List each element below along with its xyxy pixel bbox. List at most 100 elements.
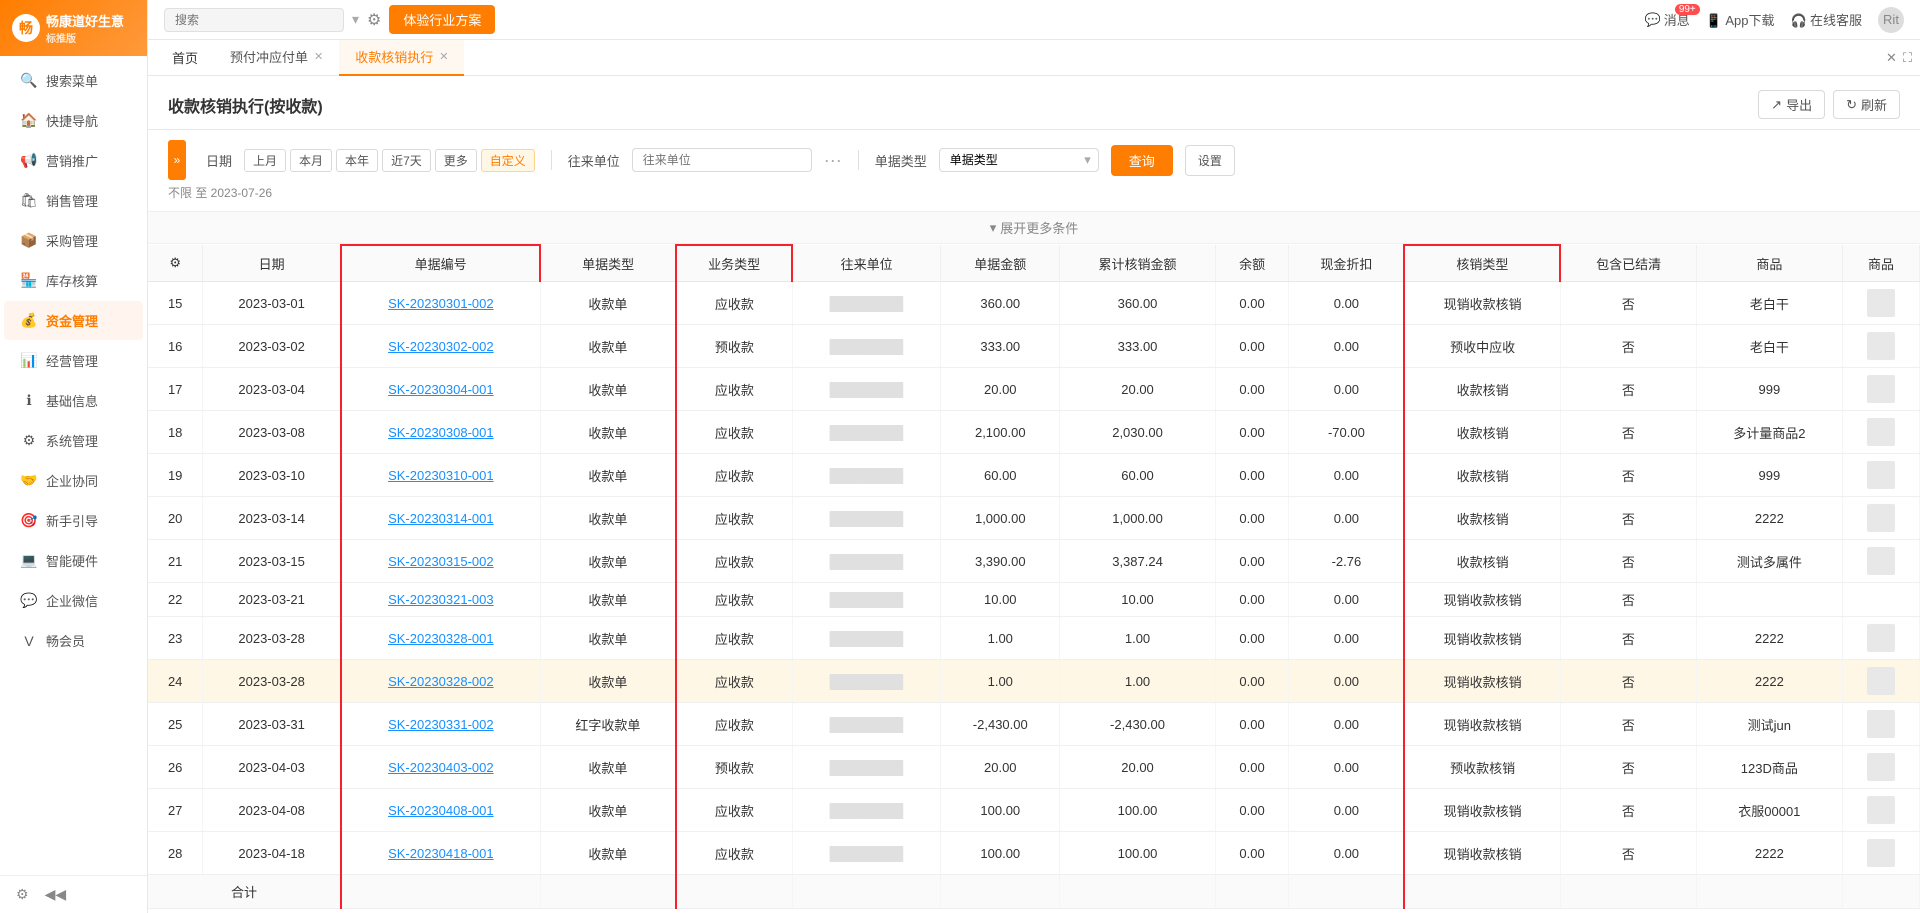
last-7-days-button[interactable]: 近7天 [382,149,431,172]
expand-tabs-icon[interactable]: ⛶ [1903,50,1912,66]
this-month-button[interactable]: 本月 [290,149,332,172]
col-header-receipt-type: 单据类型 [540,245,676,282]
close-tab-prepay-icon[interactable]: ✕ [314,50,323,63]
counterpart-input[interactable] [632,148,812,172]
table-row[interactable]: 27 2023-04-08 SK-20230408-001 收款单 应收款 ██… [148,789,1920,832]
settings-button[interactable]: 设置 [1185,145,1235,176]
avatar[interactable]: Rit [1878,7,1904,33]
cell-order-no: SK-20230331-002 [341,703,540,746]
order-no-link[interactable]: SK-20230308-001 [388,425,494,440]
filter-divider [551,150,552,170]
receipt-type-select[interactable]: 单据类型 [939,148,1099,172]
col-header-biz-type: 业务类型 [676,245,792,282]
cell-amount: 20.00 [941,368,1060,411]
order-no-link[interactable]: SK-20230314-001 [388,511,494,526]
settings-icon[interactable]: ⚙ [16,886,29,903]
sidebar-item-wechat-label: 企业微信 [46,591,98,610]
sidebar-item-search[interactable]: 🔍 搜索菜单 [4,61,143,100]
order-no-link[interactable]: SK-20230304-001 [388,382,494,397]
sidebar-item-operation[interactable]: 📊 经营管理 [4,341,143,380]
order-no-link[interactable]: SK-20230321-003 [388,592,494,607]
table-row[interactable]: 23 2023-03-28 SK-20230328-001 收款单 应收款 ██… [148,617,1920,660]
sidebar-item-inventory[interactable]: 🏪 库存核算 [4,261,143,300]
table-row[interactable]: 24 2023-03-28 SK-20230328-002 收款单 应收款 ██… [148,660,1920,703]
table-row[interactable]: 26 2023-04-03 SK-20230403-002 收款单 预收款 ██… [148,746,1920,789]
sidebar-item-finance[interactable]: 💰 资金管理 [4,301,143,340]
table-row[interactable]: 22 2023-03-21 SK-20230321-003 收款单 应收款 ██… [148,583,1920,617]
tab-prepay[interactable]: 预付冲应付单 ✕ [214,40,339,76]
cell-order-no: SK-20230314-001 [341,497,540,540]
tab-receipt-verify[interactable]: 收款核销执行 ✕ [339,40,464,76]
member-icon: V [20,633,38,649]
tab-home[interactable]: 首页 [156,40,214,76]
order-no-link[interactable]: SK-20230301-002 [388,296,494,311]
cell-include-settled: 否 [1560,746,1696,789]
collapse-icon[interactable]: ◀◀ [45,886,67,903]
export-button[interactable]: ↗ 导出 [1758,90,1825,119]
sidebar-item-quicknav[interactable]: 🏠 快捷导航 [4,101,143,140]
last-month-button[interactable]: 上月 [244,149,286,172]
gear-icon[interactable]: ⚙ [367,10,381,30]
cell-balance: 0.00 [1215,454,1289,497]
industry-solution-button[interactable]: 体验行业方案 [389,5,495,34]
table-row[interactable]: 21 2023-03-15 SK-20230315-002 收款单 应收款 ██… [148,540,1920,583]
order-no-link[interactable]: SK-20230302-002 [388,339,494,354]
table-settings-icon[interactable]: ⚙ [169,255,181,270]
sidebar-item-basic[interactable]: ℹ 基础信息 [4,381,143,420]
refresh-button[interactable]: ↻ 刷新 [1833,90,1900,119]
sidebar-item-purchase[interactable]: 📦 采购管理 [4,221,143,260]
search-input[interactable] [164,8,344,32]
total-include-settled [1560,875,1696,909]
app-download-link[interactable]: 📱 App下载 [1706,10,1775,29]
sidebar-item-marketing-label: 营销推广 [46,151,98,170]
order-no-link[interactable]: SK-20230331-002 [388,717,494,732]
sidebar-item-hardware[interactable]: 💻 智能硬件 [4,541,143,580]
more-filters-dots[interactable]: ··· [824,150,842,171]
table-row[interactable]: 20 2023-03-14 SK-20230314-001 收款单 应收款 ██… [148,497,1920,540]
table-row[interactable]: 25 2023-03-31 SK-20230331-002 红字收款单 应收款 … [148,703,1920,746]
sidebar-item-guide[interactable]: 🎯 新手引导 [4,501,143,540]
query-button[interactable]: 查询 [1111,145,1173,176]
col-header-gear[interactable]: ⚙ [148,245,203,282]
sidebar-item-sales[interactable]: 🛍 销售管理 [4,181,143,220]
this-year-button[interactable]: 本年 [336,149,378,172]
cell-no: 27 [148,789,203,832]
cell-include-settled: 否 [1560,703,1696,746]
table-row[interactable]: 28 2023-04-18 SK-20230418-001 收款单 应收款 ██… [148,832,1920,875]
order-no-link[interactable]: SK-20230328-002 [388,674,494,689]
order-no-link[interactable]: SK-20230418-001 [388,846,494,861]
filter-divider-2 [858,150,859,170]
cell-counterpart: ████████ [792,411,941,454]
sidebar-item-marketing[interactable]: 📢 营销推广 [4,141,143,180]
sidebar-item-system[interactable]: ⚙ 系统管理 [4,421,143,460]
cell-verify-type: 预收中应收 [1404,325,1560,368]
table-row[interactable]: 16 2023-03-02 SK-20230302-002 收款单 预收款 ██… [148,325,1920,368]
cell-no: 26 [148,746,203,789]
close-tab-receipt-verify-icon[interactable]: ✕ [439,50,448,63]
order-no-link[interactable]: SK-20230408-001 [388,803,494,818]
sidebar-item-wechat[interactable]: 💬 企业微信 [4,581,143,620]
expand-filter-button[interactable]: » [168,140,186,180]
table-row[interactable]: 15 2023-03-01 SK-20230301-002 收款单 应收款 ██… [148,282,1920,325]
table-row[interactable]: 17 2023-03-04 SK-20230304-001 收款单 应收款 ██… [148,368,1920,411]
close-all-tabs-icon[interactable]: ✕ [1886,50,1897,66]
sidebar-item-corp[interactable]: 🤝 企业协同 [4,461,143,500]
online-service-link[interactable]: 🎧 在线客服 [1790,10,1862,29]
table-row[interactable]: 18 2023-03-08 SK-20230308-001 收款单 应收款 ██… [148,411,1920,454]
total-biz-type [676,875,792,909]
table-row[interactable]: 19 2023-03-10 SK-20230310-001 收款单 应收款 ██… [148,454,1920,497]
order-no-link[interactable]: SK-20230310-001 [388,468,494,483]
order-no-link[interactable]: SK-20230403-002 [388,760,494,775]
order-no-link[interactable]: SK-20230315-002 [388,554,494,569]
cell-counterpart: ████████ [792,454,941,497]
cell-order-no: SK-20230328-001 [341,617,540,660]
sidebar-item-hardware-label: 智能硬件 [46,551,98,570]
order-no-link[interactable]: SK-20230328-001 [388,631,494,646]
sidebar-item-member[interactable]: V 畅会员 [4,621,143,660]
sidebar-item-system-label: 系统管理 [46,431,98,450]
custom-date-button[interactable]: 自定义 [481,149,535,172]
messages-badge[interactable]: 💬 消息 99+ [1645,10,1690,29]
more-date-button[interactable]: 更多 [435,149,477,172]
expand-conditions-button[interactable]: ▾ 展开更多条件 [990,218,1079,237]
marketing-icon: 📢 [20,152,38,169]
